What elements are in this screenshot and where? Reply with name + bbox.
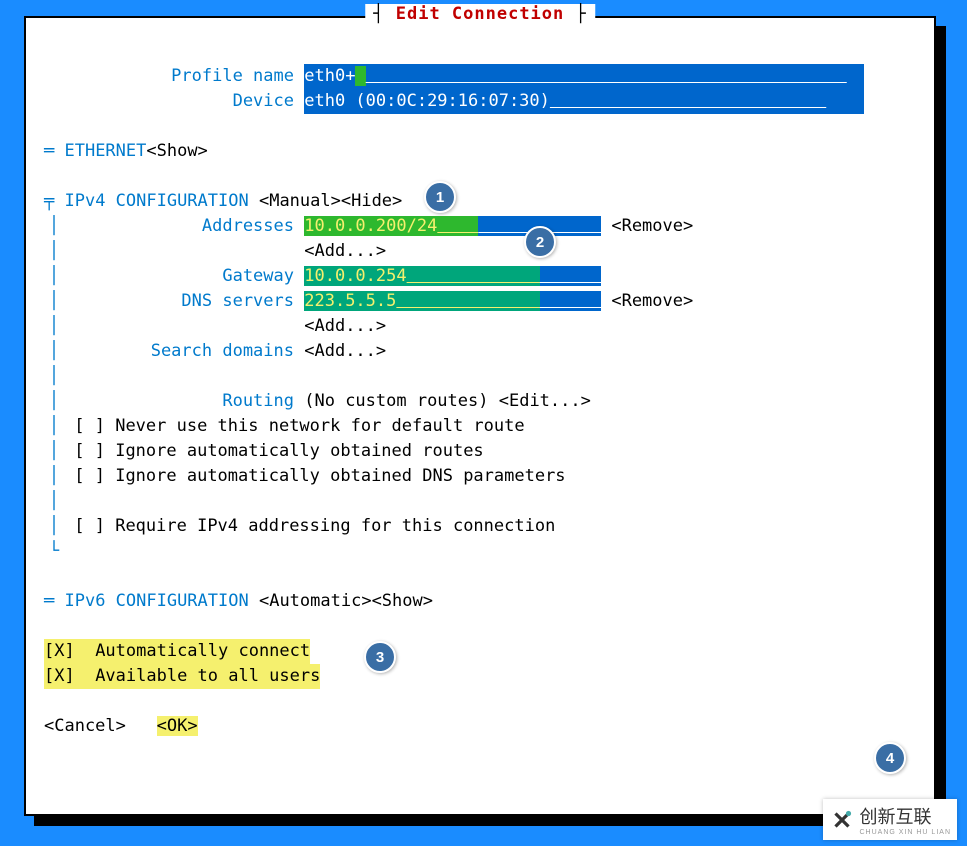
callout-1: 1 [424, 181, 456, 213]
logo-subtext: CHUANG XIN HU LIAN [859, 829, 951, 836]
dns-remove-button[interactable]: <Remove> [611, 289, 693, 314]
device-label: Device [44, 89, 294, 114]
title-border-right: ├ [564, 4, 586, 24]
title-border-left: ┤ [373, 4, 395, 24]
window-title: ┤ Edit Connection ├ [365, 4, 595, 24]
ipv6-section[interactable]: ═ IPv6 CONFIGURATION [44, 589, 249, 614]
callout-3: 3 [364, 641, 396, 673]
callout-2: 2 [524, 226, 556, 258]
addresses-label: Addresses [64, 214, 294, 239]
ipv4-section[interactable]: ╤ IPv4 CONFIGURATION [44, 189, 249, 214]
gateway-input[interactable]: 10.0.0.254 [304, 264, 601, 289]
ignore-dns-checkbox[interactable]: [ ] Ignore automatically obtained DNS pa… [74, 464, 565, 489]
dns-label: DNS servers [64, 289, 294, 314]
ethernet-show-button[interactable]: <Show> [146, 139, 207, 164]
require-ipv4-checkbox[interactable]: [ ] Require IPv4 addressing for this con… [74, 514, 555, 539]
address-input[interactable]: 10.0.0.200/24 [304, 214, 601, 239]
never-default-route-checkbox[interactable]: [ ] Never use this network for default r… [74, 414, 524, 439]
ipv4-hide-button[interactable]: <Hide> [341, 189, 402, 214]
ipv6-show-button[interactable]: <Show> [372, 589, 433, 614]
callout-4: 4 [874, 742, 906, 774]
title-text: Edit Connection [396, 4, 565, 24]
dns-input[interactable]: 223.5.5.5 [304, 289, 601, 314]
edit-connection-window: ┤ Edit Connection ├ Profile name eth0+ D… [24, 16, 936, 816]
routing-label: Routing [64, 389, 294, 414]
profile-name-input[interactable]: eth0+ [304, 64, 864, 89]
device-input[interactable]: eth0 (00:0C:29:16:07:30) [304, 89, 864, 114]
cancel-button[interactable]: <Cancel> [44, 716, 126, 736]
ok-button[interactable]: <OK> [157, 716, 198, 736]
ignore-routes-checkbox[interactable]: [ ] Ignore automatically obtained routes [74, 439, 483, 464]
address-remove-button[interactable]: <Remove> [611, 214, 693, 239]
profile-name-label: Profile name [44, 64, 294, 89]
address-add-button[interactable]: <Add...> [304, 239, 386, 264]
watermark-logo: 创新互联 CHUANG XIN HU LIAN [823, 799, 957, 840]
routing-value: (No custom routes) [304, 389, 488, 414]
logo-text: 创新互联 [859, 807, 931, 827]
gateway-label: Gateway [64, 264, 294, 289]
logo-icon [829, 807, 855, 833]
dns-add-button[interactable]: <Add...> [304, 314, 386, 339]
ethernet-section[interactable]: ═ ETHERNET [44, 139, 146, 164]
all-users-checkbox[interactable]: [X] Available to all users [44, 664, 320, 689]
routing-edit-button[interactable]: <Edit...> [499, 389, 591, 414]
search-domains-add-button[interactable]: <Add...> [304, 339, 386, 364]
ipv4-mode-select[interactable]: <Manual> [259, 189, 341, 214]
ipv6-mode-select[interactable]: <Automatic> [259, 589, 372, 614]
auto-connect-checkbox[interactable]: [X] Automatically connect [44, 639, 310, 664]
search-domains-label: Search domains [64, 339, 294, 364]
